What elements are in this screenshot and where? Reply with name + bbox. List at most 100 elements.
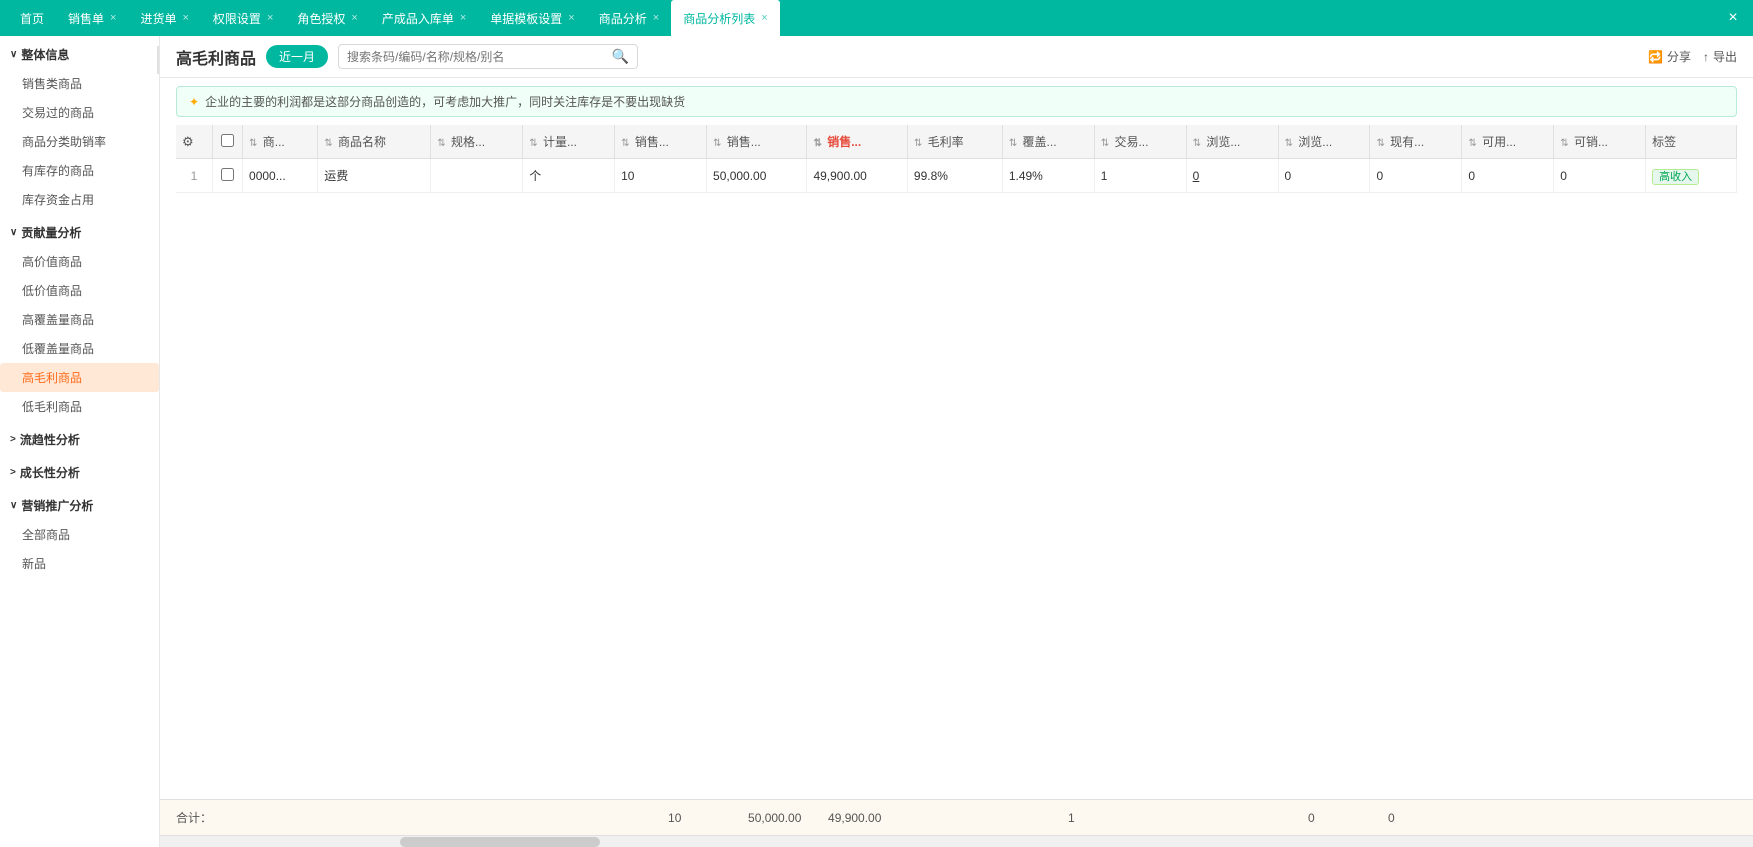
th-stock2[interactable]: ⇅ 可用... <box>1462 125 1554 159</box>
nav-permissions[interactable]: 权限设置 × <box>201 0 285 36</box>
footer-cell-sales3: 49,900.00 <box>822 811 902 825</box>
sidebar-item-high-value[interactable]: 高价值商品 <box>0 247 159 276</box>
filter-recent-month[interactable]: 近一月 <box>266 45 328 68</box>
sidebar-item-low-margin[interactable]: 低毛利商品 <box>0 392 159 421</box>
close-icon[interactable]: × <box>761 12 767 24</box>
th-views2[interactable]: ⇅ 浏览... <box>1278 125 1370 159</box>
sort-icon: ⇅ <box>249 138 257 149</box>
export-button[interactable]: ↑ 导出 <box>1703 48 1737 65</box>
sort-icon: ⇅ <box>914 138 922 149</box>
sidebar-item-inventory-capital[interactable]: 库存资金占用 <box>0 185 159 214</box>
th-sales3[interactable]: ⇅ 销售... <box>807 125 907 159</box>
sidebar-section-marketing-header[interactable]: ∨ 营销推广分析 <box>0 491 159 520</box>
close-icon[interactable]: × <box>351 12 357 24</box>
sidebar-item-traded-goods[interactable]: 交易过的商品 <box>0 98 159 127</box>
sidebar-item-high-margin[interactable]: 高毛利商品 <box>0 363 159 392</box>
share-button[interactable]: 🔁 分享 <box>1648 48 1691 65</box>
select-all-checkbox[interactable] <box>221 134 234 147</box>
page-title: 高毛利商品 <box>176 45 256 69</box>
sort-icon: ⇅ <box>529 138 537 149</box>
td-sales3: 49,900.00 <box>807 159 907 193</box>
data-table: ⚙ ⇅ 商... ⇅ 商品名称 <box>176 125 1737 193</box>
close-icon[interactable]: × <box>110 12 116 24</box>
footer-cell-stock2: 0 <box>1382 811 1462 825</box>
sort-icon: ⇅ <box>1285 138 1293 149</box>
sidebar-section-growth-header[interactable]: > 成长性分析 <box>0 458 159 487</box>
nav-template-settings[interactable]: 单据模板设置 × <box>478 0 586 36</box>
content-header: 高毛利商品 近一月 🔍 🔁 分享 ↑ 导出 <box>160 36 1753 78</box>
th-spec[interactable]: ⇅ 规格... <box>431 125 523 159</box>
table-row[interactable]: 1 0000... 运费 <box>176 159 1737 193</box>
th-checkbox[interactable] <box>213 125 243 159</box>
th-sales2[interactable]: ⇅ 销售... <box>707 125 807 159</box>
td-unit: 个 <box>523 159 615 193</box>
settings-icon[interactable]: ⚙ <box>182 134 194 149</box>
close-icon[interactable]: × <box>568 12 574 24</box>
sort-icon: ⇅ <box>1193 138 1201 149</box>
sidebar-item-low-value[interactable]: 低价值商品 <box>0 276 159 305</box>
close-icon[interactable]: × <box>182 12 188 24</box>
th-sales1[interactable]: ⇅ 销售... <box>615 125 707 159</box>
th-coverage[interactable]: ⇅ 覆盖... <box>1002 125 1094 159</box>
close-icon[interactable]: × <box>460 12 466 24</box>
th-gross-rate[interactable]: ⇅ 毛利率 <box>907 125 1002 159</box>
row-checkbox[interactable] <box>221 168 234 181</box>
sidebar-item-sales-goods[interactable]: 销售类商品 <box>0 69 159 98</box>
footer-cell-spacer <box>232 811 662 825</box>
nav-role-auth[interactable]: 角色授权 × <box>285 0 369 36</box>
footer-cells: 10 50,000.00 49,900.00 1 0 0 <box>232 811 1737 825</box>
chevron-down-icon: ∨ <box>10 500 17 511</box>
chevron-right-icon: > <box>10 467 16 478</box>
footer-cell-stock1: 0 <box>1302 811 1382 825</box>
nav-product-analysis[interactable]: 商品分析 × <box>587 0 671 36</box>
sidebar-item-new-products[interactable]: 新品 <box>0 549 159 578</box>
sidebar-section-overall-header[interactable]: ∨ 整体信息 <box>0 40 159 69</box>
th-views1[interactable]: ⇅ 浏览... <box>1186 125 1278 159</box>
th-stock3[interactable]: ⇅ 可销... <box>1554 125 1646 159</box>
sort-icon: ⇅ <box>1468 138 1476 149</box>
nav-sales[interactable]: 销售单 × <box>56 0 128 36</box>
th-unit[interactable]: ⇅ 计量... <box>523 125 615 159</box>
td-views2: 0 <box>1278 159 1370 193</box>
th-transactions[interactable]: ⇅ 交易... <box>1094 125 1186 159</box>
table-container[interactable]: ⚙ ⇅ 商... ⇅ 商品名称 <box>160 125 1753 799</box>
content-area: 高毛利商品 近一月 🔍 🔁 分享 ↑ 导出 ✦ 企业的主要的利润都是这部分商品创… <box>160 36 1753 847</box>
table-header-row: ⚙ ⇅ 商... ⇅ 商品名称 <box>176 125 1737 159</box>
sidebar-section-trend-header[interactable]: > 流趋性分析 <box>0 425 159 454</box>
td-name: 运费 <box>318 159 431 193</box>
window-close-button[interactable]: × <box>1721 6 1745 30</box>
th-tag[interactable]: 标签 <box>1646 125 1737 159</box>
sidebar-collapse-button[interactable]: « <box>157 46 160 74</box>
nav-product-analysis-list[interactable]: 商品分析列表 × <box>671 0 779 36</box>
sidebar-section-contribution-header[interactable]: ∨ 贡献量分析 <box>0 218 159 247</box>
footer-cell-transactions: 1 <box>1062 811 1142 825</box>
td-views1[interactable]: 0 <box>1186 159 1278 193</box>
info-icon: ✦ <box>189 95 199 109</box>
top-navbar: 首页 销售单 × 进货单 × 权限设置 × 角色授权 × 产成品入库单 × 单据… <box>0 0 1753 36</box>
sidebar-item-all-products[interactable]: 全部商品 <box>0 520 159 549</box>
sidebar-item-category-rate[interactable]: 商品分类助销率 <box>0 127 159 156</box>
search-input[interactable] <box>347 50 612 64</box>
th-code[interactable]: ⇅ 商... <box>243 125 318 159</box>
td-spec <box>431 159 523 193</box>
nav-product-inbound[interactable]: 产成品入库单 × <box>370 0 478 36</box>
nav-home[interactable]: 首页 <box>8 0 56 36</box>
close-icon[interactable]: × <box>267 12 273 24</box>
sidebar-item-low-coverage[interactable]: 低覆盖量商品 <box>0 334 159 363</box>
sort-icon: ⇅ <box>621 138 629 149</box>
td-coverage: 1.49% <box>1002 159 1094 193</box>
td-sales1: 10 <box>615 159 707 193</box>
close-icon[interactable]: × <box>653 12 659 24</box>
search-icon[interactable]: 🔍 <box>612 48 629 65</box>
th-stock1[interactable]: ⇅ 现有... <box>1370 125 1462 159</box>
td-stock3: 0 <box>1554 159 1646 193</box>
sidebar-section-trend: > 流趋性分析 <box>0 425 159 454</box>
sidebar-item-stocked-goods[interactable]: 有库存的商品 <box>0 156 159 185</box>
horizontal-scrollbar[interactable] <box>160 835 1753 847</box>
scrollbar-thumb[interactable] <box>400 837 600 847</box>
th-gear[interactable]: ⚙ <box>176 125 213 159</box>
th-name[interactable]: ⇅ 商品名称 <box>318 125 431 159</box>
td-checkbox[interactable] <box>213 159 243 193</box>
nav-purchase[interactable]: 进货单 × <box>128 0 200 36</box>
sidebar-item-high-coverage[interactable]: 高覆盖量商品 <box>0 305 159 334</box>
